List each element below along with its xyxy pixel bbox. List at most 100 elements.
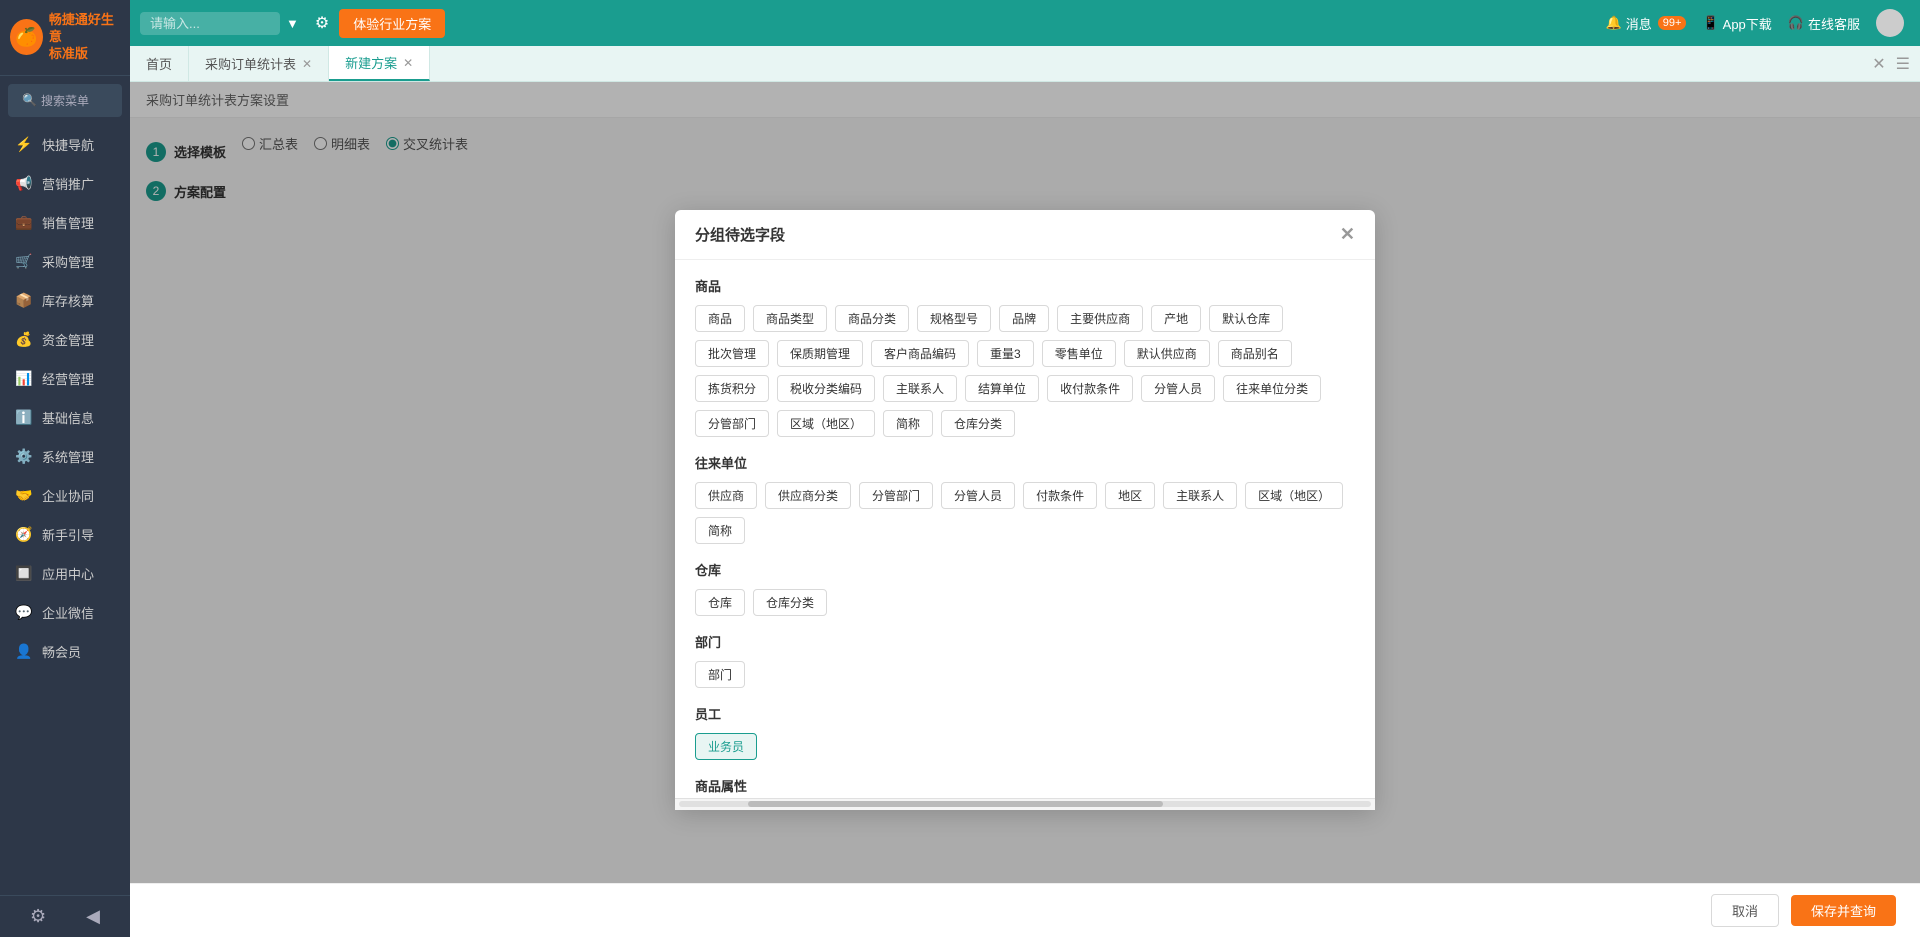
field-batch-mgmt[interactable]: 批次管理 — [695, 340, 769, 367]
download-icon: 📱 — [1702, 15, 1718, 31]
finance-icon: 💰 — [14, 331, 34, 348]
field-main-supplier[interactable]: 主要供应商 — [1057, 305, 1143, 332]
field-pickup-points[interactable]: 拣货积分 — [695, 375, 769, 402]
tab-purchase-stats[interactable]: 采购订单统计表 ✕ — [189, 46, 329, 81]
field-payment-terms[interactable]: 收付款条件 — [1047, 375, 1133, 402]
tabbar: 首页 采购订单统计表 ✕ 新建方案 ✕ ✕ ☰ — [130, 46, 1920, 82]
sidebar-item-purchase[interactable]: 🛒 采购管理 — [0, 242, 130, 281]
field-partner-person[interactable]: 分管人员 — [941, 482, 1015, 509]
field-partner-dept[interactable]: 分管部门 — [859, 482, 933, 509]
topbar-left: ▼ ⚙ 体验行业方案 — [130, 9, 1606, 38]
dialog-hscrollbar[interactable] — [675, 798, 1375, 810]
section-goods-fields: 商品 商品类型 商品分类 规格型号 品牌 主要供应商 产地 默认仓库 批次管理 … — [695, 305, 1355, 437]
sidebar-item-label: 资金管理 — [42, 330, 94, 349]
topbar-dropdown-arrow[interactable]: ▼ — [286, 16, 299, 31]
marketing-icon: 📢 — [14, 175, 34, 192]
field-region[interactable]: 区域（地区） — [777, 410, 875, 437]
field-dept-managed[interactable]: 分管部门 — [695, 410, 769, 437]
sidebar-item-label: 畅会员 — [42, 642, 81, 661]
tab-close-all-icon[interactable]: ✕ — [1872, 54, 1885, 74]
sidebar-item-system[interactable]: ⚙️ 系统管理 — [0, 437, 130, 476]
field-retail-unit[interactable]: 零售单位 — [1042, 340, 1116, 367]
sidebar-item-apps[interactable]: 🔲 应用中心 — [0, 554, 130, 593]
field-supervisor[interactable]: 分管人员 — [1141, 375, 1215, 402]
field-weight3[interactable]: 重量3 — [977, 340, 1034, 367]
section-warehouse-title: 仓库 — [695, 560, 1355, 579]
field-warehouse-cat[interactable]: 仓库分类 — [941, 410, 1015, 437]
field-brand[interactable]: 品牌 — [999, 305, 1049, 332]
sidebar-item-finance[interactable]: 💰 资金管理 — [0, 320, 130, 359]
section-department-fields: 部门 — [695, 661, 1355, 688]
tab-home[interactable]: 首页 — [130, 46, 189, 81]
field-dept[interactable]: 部门 — [695, 661, 745, 688]
field-wh[interactable]: 仓库 — [695, 589, 745, 616]
dialog-body[interactable]: 商品 商品 商品类型 商品分类 规格型号 品牌 主要供应商 产地 默认仓库 批次… — [675, 260, 1375, 798]
save-query-button[interactable]: 保存并查询 — [1791, 895, 1896, 926]
field-goods-type[interactable]: 商品类型 — [753, 305, 827, 332]
settings-bottom-icon[interactable]: ⚙ — [30, 906, 46, 927]
field-goods-alias[interactable]: 商品别名 — [1218, 340, 1292, 367]
notification-badge: 99+ — [1658, 16, 1687, 30]
search-menu[interactable]: 🔍 搜索菜单 — [8, 84, 122, 117]
sidebar-item-label: 应用中心 — [42, 564, 94, 583]
field-default-supplier[interactable]: 默认供应商 — [1124, 340, 1210, 367]
field-expiry-mgmt[interactable]: 保质期管理 — [777, 340, 863, 367]
sidebar-item-sales[interactable]: 💼 销售管理 — [0, 203, 130, 242]
field-unit-category[interactable]: 往来单位分类 — [1223, 375, 1321, 402]
field-customer-code[interactable]: 客户商品编码 — [871, 340, 969, 367]
sidebar-item-label: 采购管理 — [42, 252, 94, 271]
tab-home-label: 首页 — [146, 54, 172, 73]
sidebar-item-label: 系统管理 — [42, 447, 94, 466]
field-default-warehouse[interactable]: 默认仓库 — [1209, 305, 1283, 332]
field-supplier-cat[interactable]: 供应商分类 — [765, 482, 851, 509]
sidebar-item-wechat[interactable]: 💬 企业微信 — [0, 593, 130, 632]
field-salesperson[interactable]: 业务员 — [695, 733, 757, 760]
tab-menu-icon[interactable]: ☰ — [1896, 54, 1910, 74]
footer-bar: 取消 保存并查询 — [130, 883, 1920, 937]
tab-new-plan[interactable]: 新建方案 ✕ — [329, 46, 430, 81]
bell-icon: 🔔 — [1606, 15, 1622, 31]
dialog-close-btn[interactable]: ✕ — [1340, 224, 1355, 245]
sidebar-item-quick-nav[interactable]: ⚡ 快捷导航 — [0, 125, 130, 164]
topbar-search-input[interactable] — [140, 12, 280, 35]
collapse-icon[interactable]: ◀ — [86, 906, 100, 927]
field-supplier[interactable]: 供应商 — [695, 482, 757, 509]
field-origin[interactable]: 产地 — [1151, 305, 1201, 332]
sidebar-item-inventory[interactable]: 📦 库存核算 — [0, 281, 130, 320]
service-icon: 🎧 — [1788, 15, 1804, 31]
field-partner-region[interactable]: 区域（地区） — [1245, 482, 1343, 509]
field-area[interactable]: 地区 — [1105, 482, 1155, 509]
section-warehouse: 仓库 仓库 仓库分类 — [695, 560, 1355, 616]
field-partner-contact[interactable]: 主联系人 — [1163, 482, 1237, 509]
sidebar-item-basic[interactable]: ℹ️ 基础信息 — [0, 398, 130, 437]
field-wh-cat[interactable]: 仓库分类 — [753, 589, 827, 616]
field-pay-cond[interactable]: 付款条件 — [1023, 482, 1097, 509]
sidebar-item-collab[interactable]: 🤝 企业协同 — [0, 476, 130, 515]
sidebar-item-label: 企业微信 — [42, 603, 94, 622]
field-main-contact[interactable]: 主联系人 — [883, 375, 957, 402]
tab-new-plan-close[interactable]: ✕ — [403, 56, 413, 70]
sidebar-nav: ⚡ 快捷导航 📢 营销推广 💼 销售管理 🛒 采购管理 📦 库存核算 💰 资金管… — [0, 125, 130, 895]
user-avatar[interactable] — [1876, 9, 1904, 37]
online-service-btn[interactable]: 🎧 在线客服 — [1788, 14, 1860, 33]
cancel-button[interactable]: 取消 — [1711, 894, 1779, 927]
sidebar-item-operation[interactable]: 📊 经营管理 — [0, 359, 130, 398]
apps-icon: 🔲 — [14, 565, 34, 582]
sidebar-item-member[interactable]: 👤 畅会员 — [0, 632, 130, 671]
app-download-btn[interactable]: 📱 App下载 — [1702, 14, 1771, 33]
tab-purchase-stats-close[interactable]: ✕ — [302, 57, 312, 71]
field-settlement-unit[interactable]: 结算单位 — [965, 375, 1039, 402]
trial-btn[interactable]: 体验行业方案 — [339, 9, 445, 38]
notification-btn[interactable]: 🔔 消息 99+ — [1606, 14, 1687, 33]
field-goods-spec[interactable]: 规格型号 — [917, 305, 991, 332]
field-short-name[interactable]: 简称 — [883, 410, 933, 437]
sidebar-item-marketing[interactable]: 📢 营销推广 — [0, 164, 130, 203]
search-icon: 🔍 — [22, 93, 37, 107]
topbar-gear-icon[interactable]: ⚙ — [315, 13, 329, 33]
sidebar-item-guide[interactable]: 🧭 新手引导 — [0, 515, 130, 554]
field-goods-category[interactable]: 商品分类 — [835, 305, 909, 332]
field-partner-shortname[interactable]: 简称 — [695, 517, 745, 544]
field-tax-code[interactable]: 税收分类编码 — [777, 375, 875, 402]
sidebar-item-label: 快捷导航 — [42, 135, 94, 154]
field-goods-item[interactable]: 商品 — [695, 305, 745, 332]
